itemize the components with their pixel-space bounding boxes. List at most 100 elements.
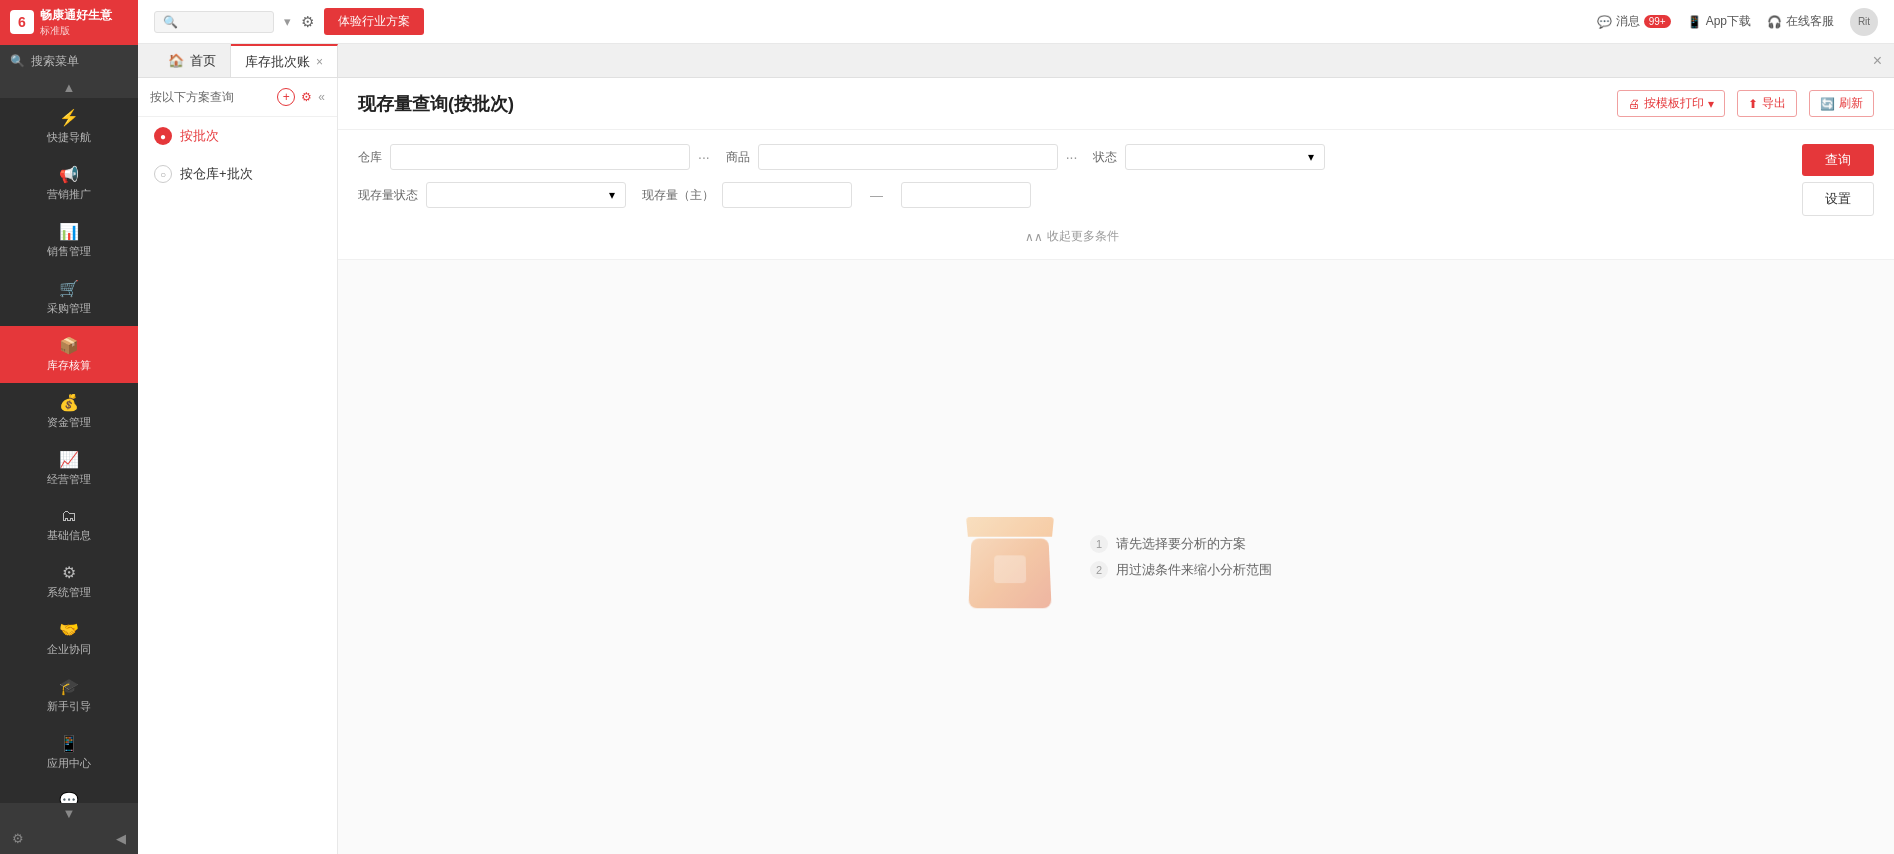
stock-main-separator: — — [860, 188, 893, 203]
sidebar-scroll-down[interactable]: ▼ — [0, 803, 138, 823]
sidebar-item-newbie[interactable]: 🎓 新手引导 — [0, 667, 138, 724]
printer-icon: 🖨 — [1628, 97, 1640, 111]
left-panel-header: 按以下方案查询 + ⚙ « — [138, 78, 337, 117]
filter-collapse-button[interactable]: ∧∧ 收起更多条件 — [358, 220, 1786, 245]
scheme-active-icon: ● — [154, 127, 172, 145]
online-service-button[interactable]: 🎧 在线客服 — [1767, 13, 1834, 30]
sidebar-item-system[interactable]: ⚙ 系统管理 — [0, 553, 138, 610]
page-title: 现存量查询(按批次) — [358, 92, 514, 116]
export-button[interactable]: ⬆ 导出 — [1737, 90, 1797, 117]
app-logo: 6 — [10, 10, 34, 34]
stock-main-field: 现存量（主） — — [642, 182, 1031, 208]
sidebar-item-operation[interactable]: 📈 经营管理 — [0, 440, 138, 497]
filter-area: 仓库 ··· 商品 ··· 状态 — [338, 130, 1894, 260]
newbie-icon: 🎓 — [59, 677, 79, 696]
left-panel-collapse-button[interactable]: « — [318, 90, 325, 104]
stock-status-select[interactable]: ▾ — [426, 182, 626, 208]
sidebar-item-wechat[interactable]: 💬 企业微信 — [0, 781, 138, 803]
sidebar-search[interactable]: 🔍 搜索菜单 — [0, 45, 138, 78]
tab-panel-close-button[interactable]: × — [1861, 44, 1894, 77]
goods-input[interactable] — [758, 144, 1058, 170]
finance-icon: 💰 — [59, 393, 79, 412]
home-icon: 🏠 — [168, 53, 184, 68]
sidebar-item-app-center[interactable]: 📱 应用中心 — [0, 724, 138, 781]
tab-home[interactable]: 🏠 首页 — [154, 44, 231, 77]
scheme-item-by-warehouse-batch[interactable]: ○ 按仓库+批次 — [138, 155, 337, 193]
stock-main-to-input[interactable] — [901, 182, 1031, 208]
filter-row-1: 仓库 ··· 商品 ··· 状态 — [358, 144, 1786, 170]
print-button[interactable]: 🖨 按模板打印 ▾ — [1617, 90, 1725, 117]
scheme-settings-button[interactable]: ⚙ — [301, 90, 312, 104]
left-panel-header-actions: + ⚙ « — [277, 88, 325, 106]
empty-hint-2: 2 用过滤条件来缩小分析范围 — [1090, 561, 1272, 579]
app-title: 畅康通好生意 标准版 — [40, 8, 112, 37]
wechat-icon: 💬 — [59, 791, 79, 803]
stock-status-field: 现存量状态 ▾ — [358, 182, 626, 208]
settings-button[interactable]: 设置 — [1802, 182, 1874, 216]
print-dropdown-icon: ▾ — [1708, 97, 1714, 111]
basic-icon: 🗂 — [61, 507, 77, 525]
message-badge: 99+ — [1644, 15, 1671, 28]
sidebar-item-purchase[interactable]: 🛒 采购管理 — [0, 269, 138, 326]
stock-main-from-input[interactable] — [722, 182, 852, 208]
box-lid — [966, 517, 1054, 537]
purchase-icon: 🛒 — [59, 279, 79, 298]
quick-nav-icon: ⚡ — [59, 108, 79, 127]
operation-icon: 📈 — [59, 450, 79, 469]
hint-num-2: 2 — [1090, 561, 1108, 579]
search-icon: 🔍 — [10, 54, 25, 68]
left-panel-title: 按以下方案查询 — [150, 89, 234, 106]
sidebar-item-sales[interactable]: 📊 销售管理 — [0, 212, 138, 269]
filter-row-2: 现存量状态 ▾ 现存量（主） — — [358, 182, 1786, 208]
status-label: 状态 — [1093, 149, 1117, 166]
empty-hints: 1 请先选择要分析的方案 2 用过滤条件来缩小分析范围 — [1090, 535, 1272, 579]
tab-close-button[interactable]: × — [316, 55, 323, 69]
sidebar-header: 6 畅康通好生意 标准版 — [0, 0, 138, 45]
goods-more-button[interactable]: ··· — [1066, 149, 1078, 165]
scheme-item-by-batch[interactable]: ● 按批次 — [138, 117, 337, 155]
topbar-gear-icon[interactable]: ⚙ — [301, 13, 314, 31]
status-select[interactable]: ▾ — [1125, 144, 1325, 170]
inventory-icon: 📦 — [59, 336, 79, 355]
app-download-button[interactable]: 📱 App下载 — [1687, 13, 1751, 30]
empty-icon — [960, 507, 1060, 607]
message-icon: 💬 — [1597, 15, 1612, 29]
sidebar-scroll-up[interactable]: ▲ — [0, 78, 138, 98]
tab-inventory-batch[interactable]: 库存批次账 × — [231, 44, 338, 77]
content: 按以下方案查询 + ⚙ « ● 按批次 ○ 按仓库+批次 现存量查询(按批次) — [138, 78, 1894, 854]
empty-hint-1: 1 请先选择要分析的方案 — [1090, 535, 1272, 553]
filter-right: 查询 设置 — [1802, 144, 1874, 216]
topbar-search-box[interactable]: 🔍 — [154, 11, 274, 33]
topbar-dropdown-arrow[interactable]: ▾ — [284, 14, 291, 29]
user-avatar[interactable]: Rit — [1850, 8, 1878, 36]
refresh-icon: 🔄 — [1820, 97, 1835, 111]
enterprise-icon: 🤝 — [59, 620, 79, 639]
topbar-search-icon: 🔍 — [163, 15, 178, 29]
warehouse-input[interactable] — [390, 144, 690, 170]
sidebar-item-finance[interactable]: 💰 资金管理 — [0, 383, 138, 440]
trial-button[interactable]: 体验行业方案 — [324, 8, 424, 35]
export-icon: ⬆ — [1748, 97, 1758, 111]
topbar-right: 💬 消息 99+ 📱 App下载 🎧 在线客服 Rit — [1597, 8, 1878, 36]
left-panel: 按以下方案查询 + ⚙ « ● 按批次 ○ 按仓库+批次 — [138, 78, 338, 854]
sidebar-settings-icon[interactable]: ⚙ — [12, 831, 24, 846]
filter-section: 仓库 ··· 商品 ··· 状态 — [358, 144, 1874, 245]
query-button[interactable]: 查询 — [1802, 144, 1874, 176]
box-body — [968, 538, 1051, 608]
sidebar-item-enterprise[interactable]: 🤝 企业协同 — [0, 610, 138, 667]
page-header: 现存量查询(按批次) 🖨 按模板打印 ▾ ⬆ 导出 🔄 刷新 — [338, 78, 1894, 130]
warehouse-more-button[interactable]: ··· — [698, 149, 710, 165]
sidebar-collapse-icon[interactable]: ◀ — [116, 831, 126, 846]
add-scheme-button[interactable]: + — [277, 88, 295, 106]
sidebar-item-basic[interactable]: 🗂 基础信息 — [0, 497, 138, 553]
refresh-button[interactable]: 🔄 刷新 — [1809, 90, 1874, 117]
app-center-icon: 📱 — [59, 734, 79, 753]
sidebar-item-inventory[interactable]: 📦 库存核算 — [0, 326, 138, 383]
headset-icon: 🎧 — [1767, 15, 1782, 29]
filter-left: 仓库 ··· 商品 ··· 状态 — [358, 144, 1786, 245]
message-button[interactable]: 💬 消息 99+ — [1597, 13, 1671, 30]
sidebar-item-quick-nav[interactable]: ⚡ 快捷导航 — [0, 98, 138, 155]
main: 🔍 ▾ ⚙ 体验行业方案 💬 消息 99+ 📱 App下载 🎧 在线客服 Rit — [138, 0, 1894, 854]
sidebar-item-marketing[interactable]: 📢 营销推广 — [0, 155, 138, 212]
topbar: 🔍 ▾ ⚙ 体验行业方案 💬 消息 99+ 📱 App下载 🎧 在线客服 Rit — [138, 0, 1894, 44]
